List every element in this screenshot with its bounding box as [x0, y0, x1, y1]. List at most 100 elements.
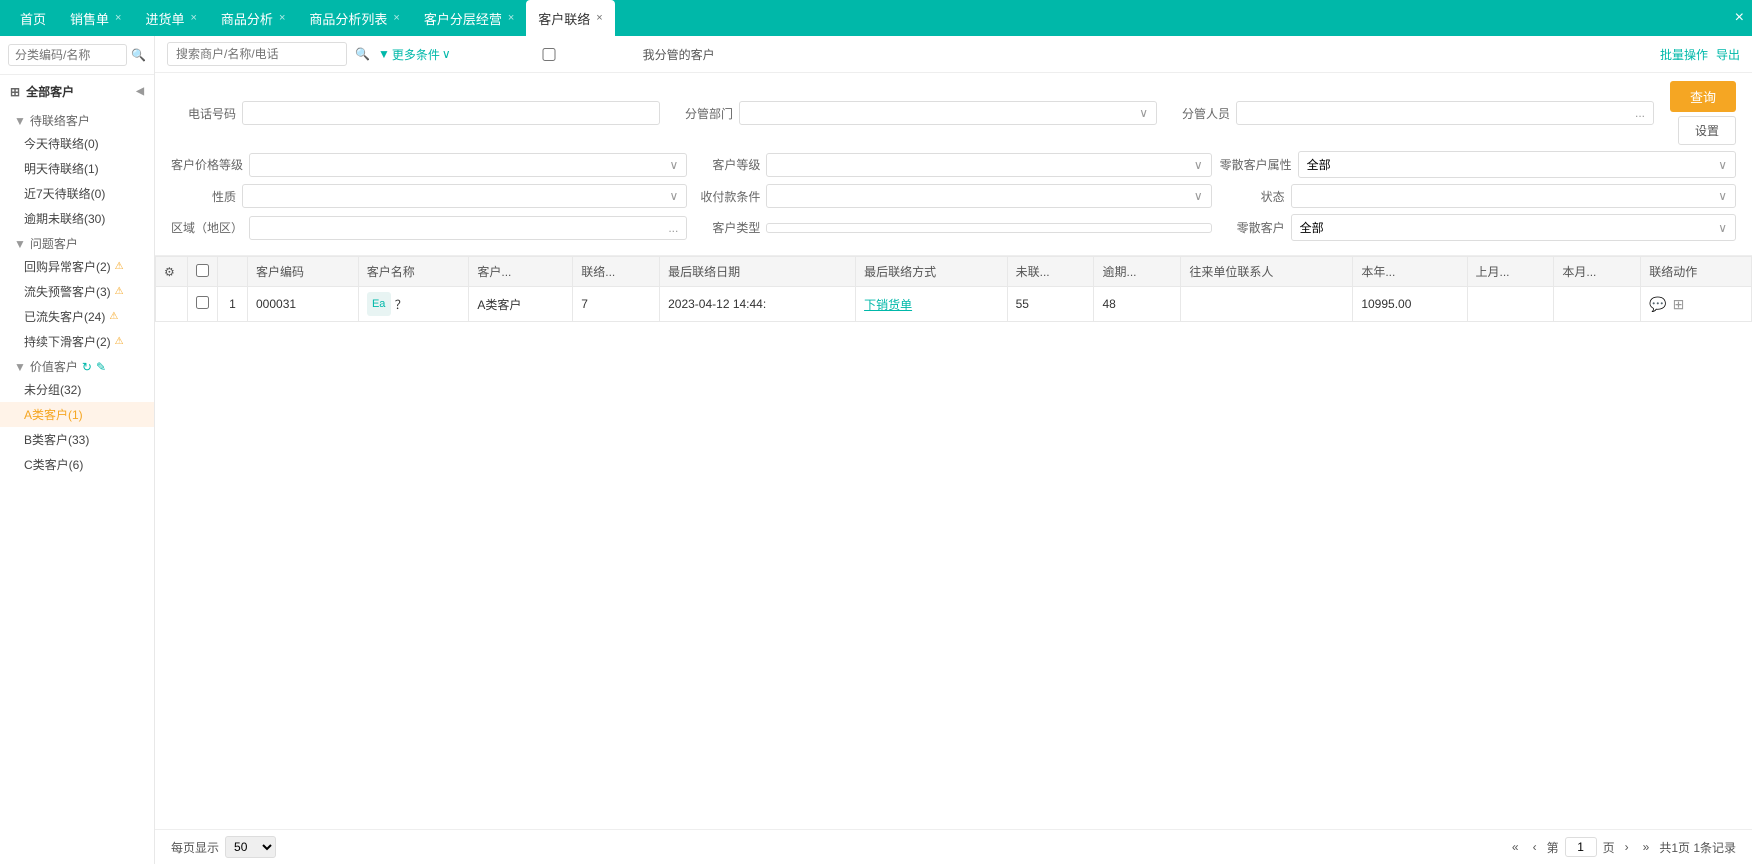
td-yearly: 10995.00: [1353, 287, 1467, 322]
export-btn[interactable]: 导出: [1716, 46, 1740, 63]
collapse-sidebar-btn[interactable]: ◀: [136, 86, 144, 97]
problem-customers-section[interactable]: ▼ 问题客户: [0, 231, 154, 254]
sidebar-search-icon[interactable]: 🔍: [131, 48, 146, 62]
status-select[interactable]: ∨: [1291, 184, 1736, 208]
th-code[interactable]: 客户编码: [248, 257, 359, 287]
nature-select[interactable]: ∨: [242, 184, 687, 208]
sidebar-item-c-class[interactable]: C类客户(6): [0, 452, 154, 477]
status-arrow: ∨: [1718, 189, 1727, 203]
customer-name-text[interactable]: ？: [395, 296, 407, 313]
nav-analysis[interactable]: 商品分析 ×: [209, 0, 297, 36]
nav-analysis-list[interactable]: 商品分析列表 ×: [297, 0, 411, 36]
sidebar-item-repurchase-abnormal[interactable]: 回购异常客户(2) ⚠: [0, 254, 154, 279]
customer-type-select[interactable]: [766, 223, 1211, 233]
page-input[interactable]: [1565, 837, 1597, 857]
sidebar-item-declining[interactable]: 持续下滑客户(2) ⚠: [0, 329, 154, 354]
sidebar-item-ungrouped[interactable]: 未分组(32): [0, 377, 154, 402]
next-page-btn[interactable]: ›: [1621, 838, 1633, 856]
page-label: 第: [1547, 839, 1559, 856]
customer-table: ⚙ 客户编码 客户名称 客户... 联络... 最后联络日期 最后联络方式 未联…: [155, 256, 1752, 322]
sidebar-item-7days[interactable]: 近7天待联络(0): [0, 181, 154, 206]
value-customers-section[interactable]: ▼ 价值客户 ↻ ✎: [0, 354, 154, 377]
region-input[interactable]: ...: [249, 216, 687, 240]
th-checkbox[interactable]: [188, 257, 218, 287]
nav-sales[interactable]: 销售单 ×: [58, 0, 133, 36]
th-name[interactable]: 客户名称: [358, 257, 469, 287]
th-settings[interactable]: ⚙: [156, 257, 188, 287]
th-contact-count[interactable]: 联络...: [573, 257, 660, 287]
manager-dots[interactable]: ...: [1635, 106, 1645, 120]
search-input[interactable]: [167, 42, 347, 66]
th-company-contact[interactable]: 往来单位联系人: [1181, 257, 1353, 287]
sidebar-item-overdue[interactable]: 逾期未联络(30): [0, 206, 154, 231]
refresh-value-icon[interactable]: ↻: [82, 360, 92, 374]
close-analysis-list-tab[interactable]: ×: [393, 12, 399, 24]
nav-purchase[interactable]: 进货单 ×: [133, 0, 208, 36]
more-filters-label: 更多条件: [392, 46, 440, 63]
td-current-month: [1554, 287, 1641, 322]
all-customers-header[interactable]: ⊞ 全部客户 ◀: [0, 75, 154, 108]
retail-customer-select[interactable]: 全部 ∨: [1291, 214, 1736, 241]
retail-customer-filter-cell: 零散客户 全部 ∨: [1220, 214, 1736, 241]
prev-page-btn[interactable]: ‹: [1529, 838, 1541, 856]
close-analysis-tab[interactable]: ×: [279, 12, 285, 24]
query-button[interactable]: 查询: [1670, 81, 1736, 112]
phone-input[interactable]: [242, 101, 660, 125]
sidebar-item-b-class[interactable]: B类客户(33): [0, 427, 154, 452]
level-arrow: ∨: [1194, 158, 1203, 172]
td-last-month: [1467, 287, 1554, 322]
customer-level-select[interactable]: ∨: [766, 153, 1211, 177]
last-page-btn[interactable]: »: [1639, 838, 1654, 856]
retail-attr-filter-cell: 零散客户属性 全部 ∨: [1220, 151, 1736, 178]
select-all-checkbox[interactable]: [196, 264, 209, 277]
more-filters-btn[interactable]: ▼ 更多条件 ∨: [378, 46, 451, 63]
last-method-link[interactable]: 下销货单: [864, 298, 912, 312]
nav-customer-tier[interactable]: 客户分层经营 ×: [412, 0, 526, 36]
close-customer-tier-tab[interactable]: ×: [508, 12, 514, 24]
sidebar-item-today[interactable]: 今天待联络(0): [0, 131, 154, 156]
nav-home[interactable]: 首页: [8, 0, 58, 36]
status-label: 状态: [1220, 188, 1285, 205]
close-sales-tab[interactable]: ×: [115, 12, 121, 24]
row-checkbox[interactable]: [196, 296, 209, 309]
customer-level-label: 客户等级: [695, 156, 760, 173]
td-last-method[interactable]: 下销货单: [856, 287, 1008, 322]
th-current-month[interactable]: 本月...: [1554, 257, 1641, 287]
retail-attr-select[interactable]: 全部 ∨: [1298, 151, 1736, 178]
payment-select[interactable]: ∨: [766, 184, 1211, 208]
region-dots[interactable]: ...: [668, 221, 678, 235]
comment-icon[interactable]: 💬: [1649, 296, 1666, 313]
my-customers-checkbox-container[interactable]: 我分管的客户: [459, 46, 715, 63]
per-page-select[interactable]: 50 20 100: [225, 836, 276, 858]
dept-select[interactable]: ∨: [739, 101, 1157, 125]
th-last-contact-method[interactable]: 最后联络方式: [856, 257, 1008, 287]
sidebar-item-tomorrow[interactable]: 明天待联络(1): [0, 156, 154, 181]
batch-operation-btn[interactable]: 批量操作: [1660, 46, 1708, 63]
sidebar-search-input[interactable]: [8, 44, 127, 66]
th-level[interactable]: 客户...: [469, 257, 573, 287]
th-overdue[interactable]: 逾期...: [1094, 257, 1181, 287]
sidebar-item-churn-warning[interactable]: 流失预警客户(3) ⚠: [0, 279, 154, 304]
pending-contact-section[interactable]: ▼ 待联络客户: [0, 108, 154, 131]
th-uncontacted[interactable]: 未联...: [1007, 257, 1094, 287]
price-level-select[interactable]: ∨: [249, 153, 687, 177]
first-page-btn[interactable]: «: [1508, 838, 1523, 856]
th-last-contact-date[interactable]: 最后联络日期: [660, 257, 856, 287]
filter-row-3: 性质 ∨ 收付款条件 ∨ 状态 ∨: [171, 184, 1736, 208]
nav-customer-contact[interactable]: 客户联络 ×: [526, 0, 614, 36]
my-customers-checkbox[interactable]: [459, 48, 639, 61]
settings-button[interactable]: 设置: [1678, 116, 1736, 145]
search-button[interactable]: 🔍: [355, 47, 370, 61]
filter-icon: ▼: [378, 47, 390, 61]
edit-value-icon[interactable]: ✎: [96, 360, 106, 374]
sidebar-item-churned[interactable]: 已流失客户(24) ⚠: [0, 304, 154, 329]
th-last-month[interactable]: 上月...: [1467, 257, 1554, 287]
close-purchase-tab[interactable]: ×: [190, 12, 196, 24]
th-yearly[interactable]: 本年...: [1353, 257, 1467, 287]
td-checkbox[interactable]: [188, 287, 218, 322]
qrcode-icon[interactable]: ⊞: [1673, 296, 1685, 313]
window-close-btn[interactable]: ×: [1735, 9, 1744, 26]
manager-select[interactable]: ...: [1236, 101, 1654, 125]
close-customer-contact-tab[interactable]: ×: [596, 12, 602, 24]
sidebar-item-a-class[interactable]: A类客户(1): [0, 402, 154, 427]
